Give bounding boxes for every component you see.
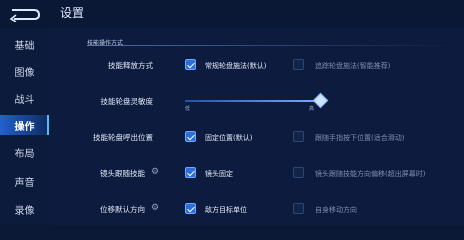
section-divider: [87, 45, 457, 46]
slider-min-label: 低: [185, 106, 191, 112]
checkbox-normal-wheel[interactable]: [185, 59, 196, 70]
checkbox-camera-follow[interactable]: [293, 167, 304, 178]
checkbox-camera-fixed[interactable]: [185, 167, 196, 178]
checkbox-enemy-target[interactable]: [185, 203, 196, 214]
sidebar-item-graphics[interactable]: 图像: [0, 61, 49, 81]
option-label: 跟随手指按下位置(适合滑动): [315, 134, 405, 142]
option-label: 镜头固定: [205, 170, 233, 178]
sidebar-item-label: 战斗: [14, 94, 35, 106]
option-label: 常规轮盘施法(默认): [205, 62, 267, 70]
option-label: 镜头跟随技能方向偏移(超出屏幕时): [315, 170, 426, 178]
sidebar: 基础 图像 战斗 操作 布局 声音 录像: [0, 28, 49, 225]
sidebar-item-combat[interactable]: 战斗: [0, 88, 49, 108]
option-label: 自身移动方向: [315, 206, 357, 214]
checkbox-follow-finger[interactable]: [293, 131, 304, 142]
sidebar-item-basic[interactable]: 基础: [0, 34, 49, 54]
sidebar-item-layout[interactable]: 布局: [0, 142, 49, 162]
gear-icon[interactable]: ⚙: [150, 167, 160, 177]
checkbox-self-direction[interactable]: [293, 203, 304, 214]
page-title: 设置: [60, 6, 85, 20]
checkbox-fixed-position[interactable]: [185, 131, 196, 142]
row-label: 位移默认方向: [100, 205, 145, 214]
sidebar-item-label: 声音: [14, 177, 35, 189]
sidebar-item-label: 录像: [14, 205, 35, 217]
slider-max-label: 高: [309, 106, 315, 112]
row-label: 镜头跟随技能: [100, 169, 145, 178]
top-bar: 设置: [0, 0, 464, 28]
slider-thumb[interactable]: [312, 92, 329, 109]
option-label: 追踪轮盘施法(智能推荐): [315, 62, 391, 70]
sidebar-item-label: 图像: [14, 67, 35, 79]
sensitivity-slider[interactable]: [185, 100, 319, 102]
back-arrow-icon[interactable]: [6, 6, 44, 22]
settings-panel: 技能操作方式 技能释放方式 常规轮盘施法(默认) 追踪轮盘施法(智能推荐) 技能…: [49, 28, 464, 225]
gear-icon[interactable]: ⚙: [150, 203, 160, 213]
sidebar-item-label: 操作: [14, 121, 35, 133]
option-label: 固定位置(默认): [205, 134, 253, 142]
sidebar-item-label: 基础: [14, 40, 35, 52]
sidebar-item-controls[interactable]: 操作: [0, 115, 49, 135]
row-label: 技能释放方式: [108, 61, 153, 70]
checkbox-tracking-wheel[interactable]: [293, 59, 304, 70]
row-label: 技能轮盘灵敏度: [100, 97, 154, 106]
sidebar-item-label: 布局: [14, 148, 35, 160]
option-label: 敌方目标单位: [205, 206, 247, 214]
row-label: 技能轮盘呼出位置: [93, 133, 153, 142]
